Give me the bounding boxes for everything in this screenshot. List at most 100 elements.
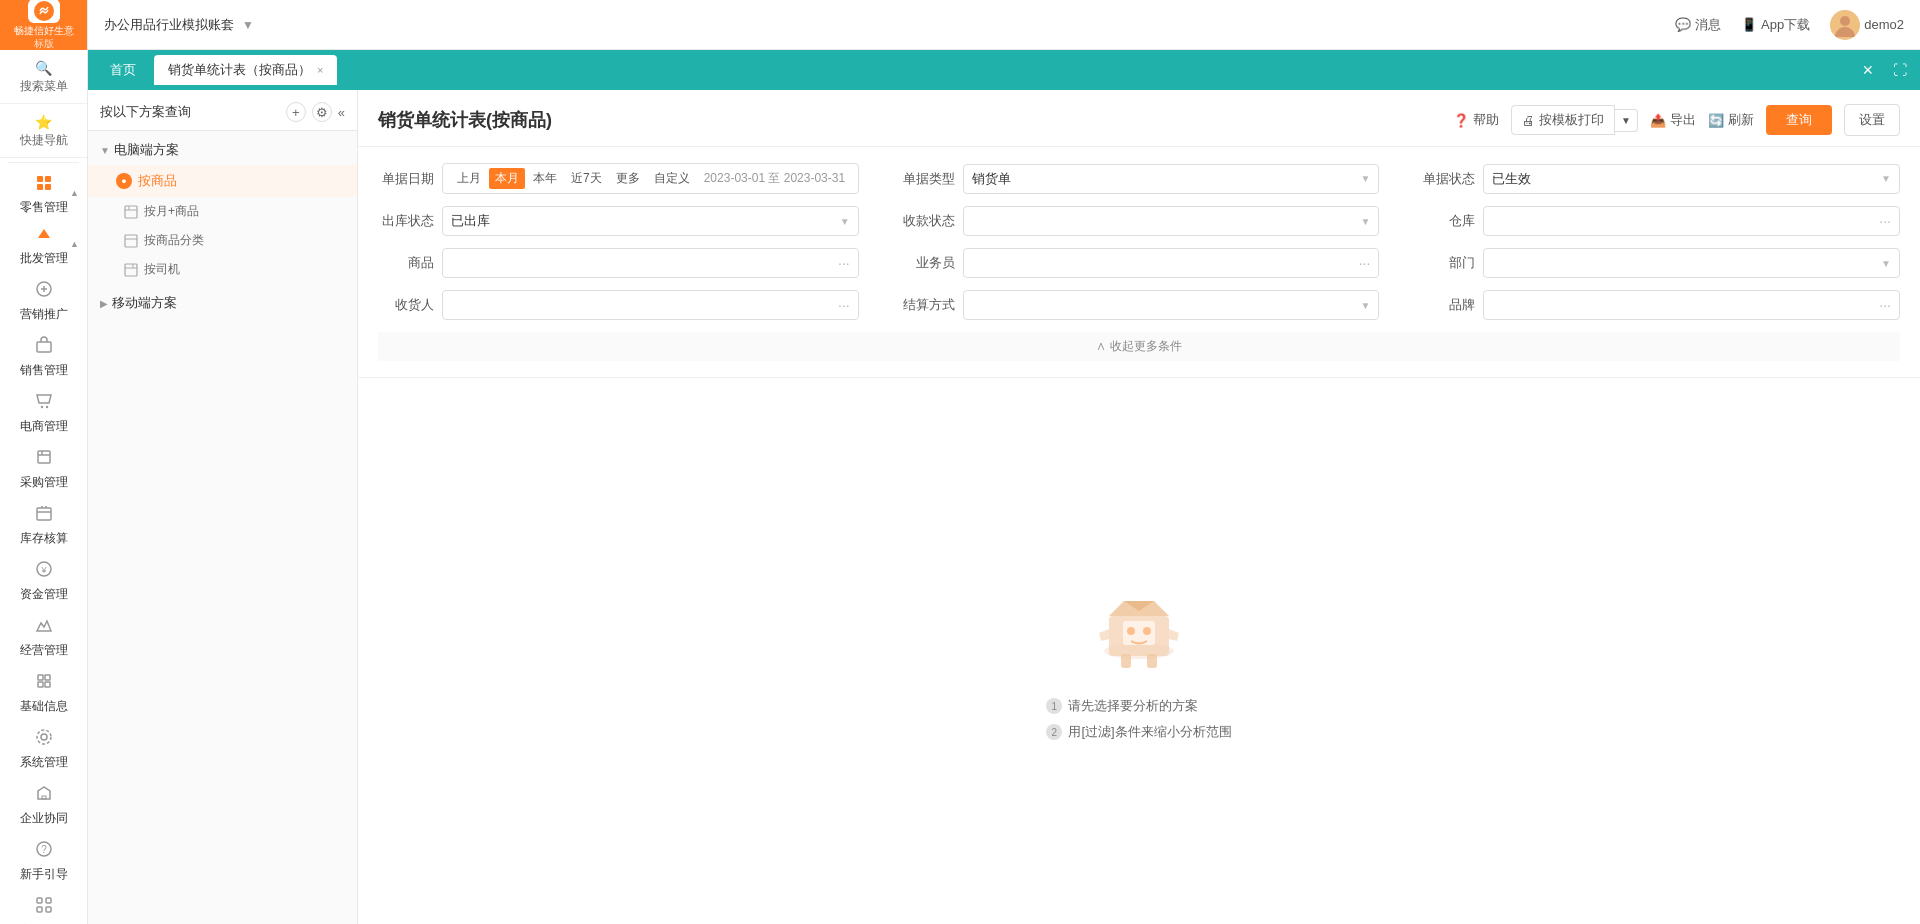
filter-dept-control[interactable]: ▼ — [1483, 248, 1900, 278]
left-panel-actions: + ⚙ « — [286, 102, 345, 122]
tab-close-window-btn[interactable]: ✕ — [1856, 58, 1880, 82]
query-btn[interactable]: 查询 — [1766, 105, 1832, 135]
collapse-panel-btn[interactable]: « — [338, 105, 345, 120]
svg-rect-14 — [45, 675, 50, 680]
tab-close-icon[interactable]: × — [317, 64, 323, 76]
message-icon: 💬 — [1675, 17, 1691, 32]
sidebar-item-purchase[interactable]: 采购管理 — [0, 437, 87, 493]
sidebar-item-inventory[interactable]: 库存核算 — [0, 493, 87, 549]
tab-bar: 首页 销货单统计表（按商品） × ✕ ⛶ — [88, 50, 1920, 90]
add-scheme-btn[interactable]: + — [286, 102, 306, 122]
sidebar-item-basic[interactable]: 基础信息 — [0, 661, 87, 717]
header-title: 办公用品行业模拟账套 — [104, 16, 234, 34]
pc-scheme-group-header[interactable]: ▼ 电脑端方案 — [88, 135, 357, 165]
export-btn[interactable]: 📤 导出 — [1650, 111, 1696, 129]
page-actions: ❓ 帮助 🖨 按模板打印 ▼ 📤 导出 — [1453, 104, 1900, 136]
date-range-control[interactable]: 上月 本月 本年 近7天 更多 自定义 2023-03-01 至 2023-03… — [442, 163, 859, 194]
sidebar-item-guide-label: 新手引导 — [20, 866, 68, 883]
filter-recipient-control[interactable]: ··· — [442, 290, 859, 320]
filter-goods-dots[interactable]: ··· — [838, 255, 850, 271]
sidebar-item-sales-label: 销售管理 — [20, 362, 68, 379]
inventory-icon — [30, 499, 58, 527]
svg-rect-40 — [1147, 654, 1157, 668]
date-tab-more[interactable]: 更多 — [610, 168, 646, 189]
svg-rect-25 — [46, 907, 51, 912]
refresh-btn[interactable]: 🔄 刷新 — [1708, 111, 1754, 129]
filter-area: 单据日期 上月 本月 本年 近7天 更多 自定义 2023-03-01 至 20… — [358, 147, 1920, 378]
sidebar-item-guide[interactable]: ? 新手引导 — [0, 829, 87, 885]
message-btn[interactable]: 💬 消息 — [1675, 16, 1721, 34]
page-content: 按以下方案查询 + ⚙ « ▼ 电脑端方案 — [88, 90, 1920, 924]
filter-dept-arrow: ▼ — [1881, 258, 1891, 269]
mobile-scheme-group[interactable]: ▶ 移动端方案 — [88, 288, 357, 318]
date-tab-last-month[interactable]: 上月 — [451, 168, 487, 189]
date-tabs: 上月 本月 本年 近7天 更多 自定义 — [451, 168, 696, 189]
logo-text: 畅捷信好生意 — [14, 25, 74, 37]
filter-doc-status-value: 已生效 — [1492, 170, 1877, 188]
svg-rect-9 — [38, 451, 50, 463]
sidebar-item-marketing[interactable]: 营销推广 — [0, 269, 87, 325]
filter-staff-control[interactable]: ··· — [963, 248, 1380, 278]
scheme-subitem-category[interactable]: 按商品分类 — [88, 226, 357, 255]
filter-recipient-label: 收货人 — [378, 296, 434, 314]
filter-doc-type-control[interactable]: 销货单 ▼ — [963, 164, 1380, 194]
filter-receive-status-control[interactable]: ▼ — [963, 206, 1380, 236]
sales-icon — [30, 331, 58, 359]
scheme-subitem-driver[interactable]: 按司机 — [88, 255, 357, 284]
sidebar-logo[interactable]: 畅捷信好生意 标版 — [0, 0, 87, 50]
logo-icon — [28, 0, 60, 23]
sidebar-item-operation[interactable]: 经营管理 — [0, 605, 87, 661]
svg-point-37 — [1127, 627, 1135, 635]
tab-bar-right: ✕ ⛶ — [1856, 58, 1912, 82]
sidebar-item-ecommerce[interactable]: 电商管理 — [0, 381, 87, 437]
print-btn[interactable]: 🖨 按模板打印 — [1511, 105, 1615, 135]
filter-warehouse-control[interactable]: ··· — [1483, 206, 1900, 236]
tab-fullscreen-btn[interactable]: ⛶ — [1888, 58, 1912, 82]
tab-home[interactable]: 首页 — [96, 55, 150, 85]
sidebar-item-retail[interactable]: 零售管理 ▲ — [0, 167, 87, 218]
filter-out-status-control[interactable]: 已出库 ▼ — [442, 206, 859, 236]
filter-doc-status: 单据状态 已生效 ▼ — [1419, 164, 1900, 194]
filter-goods-control[interactable]: ··· — [442, 248, 859, 278]
settings-btn[interactable]: 设置 — [1844, 104, 1900, 136]
app-download-label: App下载 — [1761, 16, 1810, 34]
app-download-btn[interactable]: 📱 App下载 — [1741, 16, 1810, 34]
header-dropdown[interactable]: ▼ — [242, 18, 254, 32]
svg-rect-16 — [45, 682, 50, 687]
filter-brand-dots[interactable]: ··· — [1879, 297, 1891, 313]
sidebar-item-system[interactable]: 系统管理 — [0, 717, 87, 773]
settings-scheme-btn[interactable]: ⚙ — [312, 102, 332, 122]
date-tab-custom[interactable]: 自定义 — [648, 168, 696, 189]
sidebar-search[interactable]: 🔍 搜索菜单 — [0, 50, 87, 104]
date-tab-7days[interactable]: 近7天 — [565, 168, 608, 189]
filter-warehouse-dots[interactable]: ··· — [1879, 213, 1891, 229]
print-arrow-btn[interactable]: ▼ — [1615, 109, 1638, 132]
print-icon: 🖨 — [1522, 113, 1535, 128]
filter-brand-control[interactable]: ··· — [1483, 290, 1900, 320]
sidebar-item-enterprise[interactable]: 企业协同 — [0, 773, 87, 829]
sidebar-item-appstore[interactable]: 应用中心 — [0, 885, 87, 924]
sidebar-item-sales[interactable]: 销售管理 — [0, 325, 87, 381]
sidebar-item-retail-label: 零售管理 — [20, 199, 68, 216]
filter-staff-dots[interactable]: ··· — [1359, 255, 1371, 271]
filter-receive-status: 收款状态 ▼ — [899, 206, 1380, 236]
mobile-scheme-group-label: 移动端方案 — [112, 294, 177, 312]
scheme-item-by-goods[interactable]: ● 按商品 — [88, 165, 357, 197]
filter-doc-status-control[interactable]: 已生效 ▼ — [1483, 164, 1900, 194]
top-header: 办公用品行业模拟账套 ▼ 💬 消息 📱 App下载 demo2 — [88, 0, 1920, 50]
filter-recipient-dots[interactable]: ··· — [838, 297, 850, 313]
scheme-subitem-month-goods[interactable]: 按月+商品 — [88, 197, 357, 226]
sidebar-item-wholesale[interactable]: 批发管理 ▲ — [0, 218, 87, 269]
user-avatar-btn[interactable]: demo2 — [1830, 10, 1904, 40]
filter-doc-type-arrow: ▼ — [1360, 173, 1370, 184]
sidebar-item-finance[interactable]: ¥ 资金管理 — [0, 549, 87, 605]
sidebar-quick-nav[interactable]: ⭐ 快捷导航 — [0, 104, 87, 158]
tab-active[interactable]: 销货单统计表（按商品） × — [154, 55, 337, 85]
help-btn[interactable]: ❓ 帮助 — [1453, 111, 1499, 129]
svg-rect-31 — [125, 206, 137, 218]
date-tab-this-year[interactable]: 本年 — [527, 168, 563, 189]
date-tab-this-month[interactable]: 本月 — [489, 168, 525, 189]
filter-settlement-control[interactable]: ▼ — [963, 290, 1380, 320]
collapse-conditions-btn[interactable]: ∧ 收起更多条件 — [378, 332, 1900, 361]
filter-out-status-label: 出库状态 — [378, 212, 434, 230]
